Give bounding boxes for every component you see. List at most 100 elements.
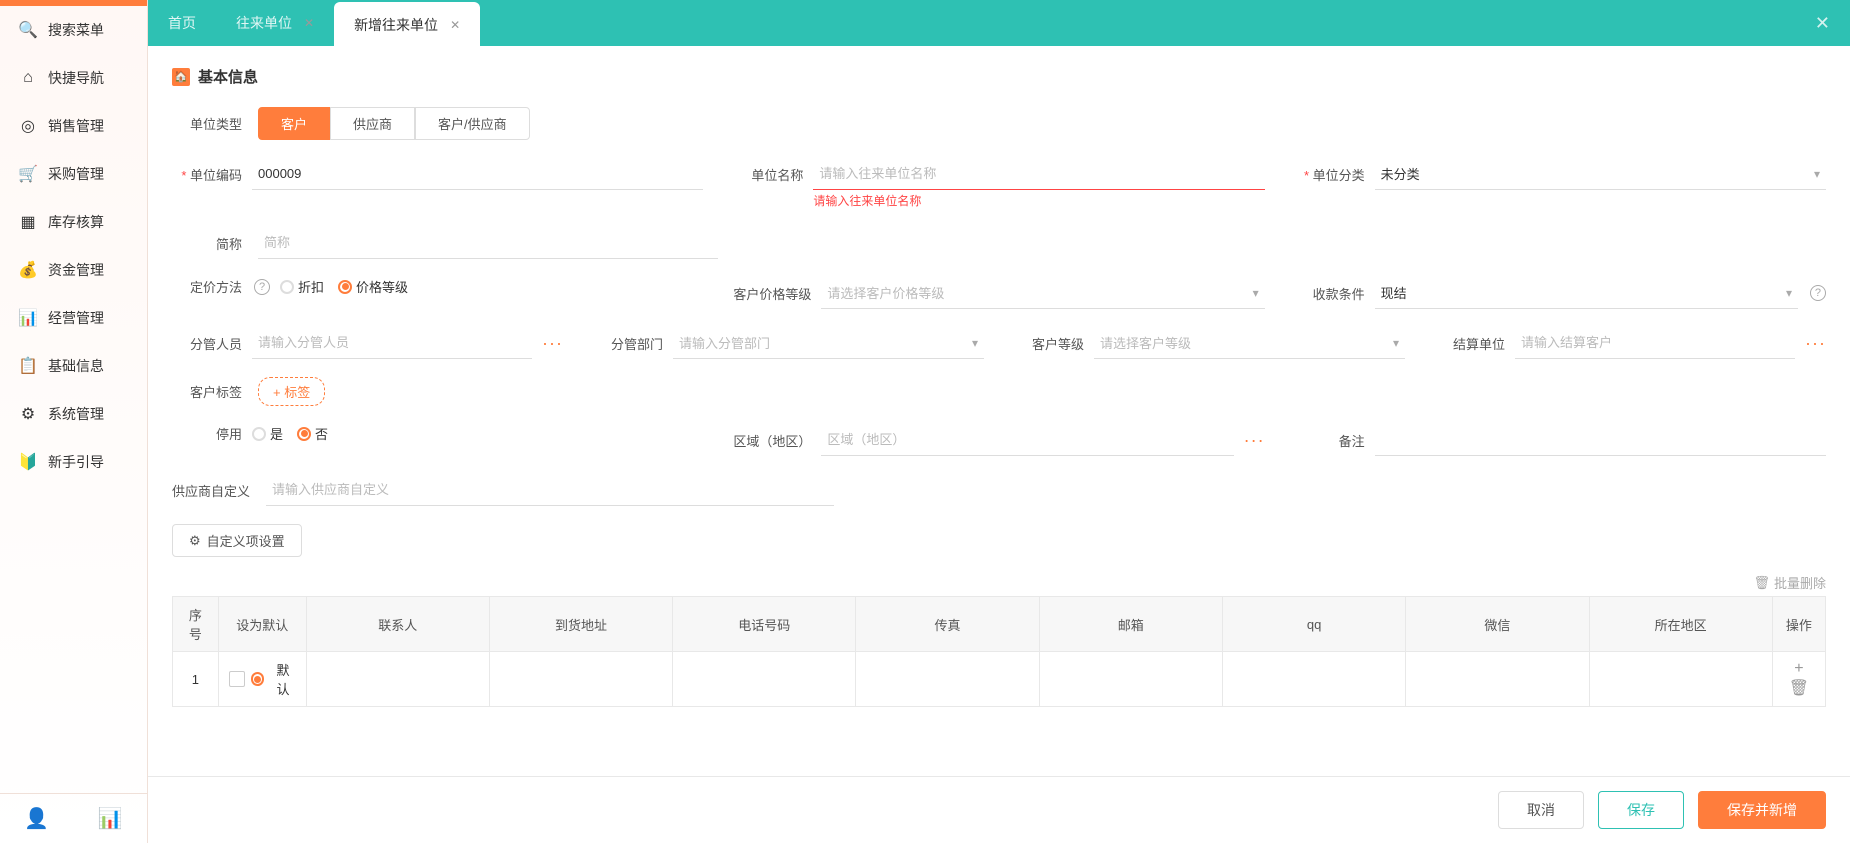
row-checkbox[interactable] bbox=[229, 671, 245, 687]
sidebar-bottom-btn-1[interactable]: 👤 bbox=[0, 794, 74, 843]
unit-category-select[interactable]: 未分类 ▾ bbox=[1375, 158, 1826, 190]
short-name-input[interactable] bbox=[258, 227, 718, 259]
col-actions: 操作 bbox=[1772, 597, 1825, 652]
add-tag-button[interactable]: + 标签 bbox=[258, 377, 325, 406]
address-input[interactable] bbox=[500, 672, 662, 687]
col-fax: 传真 bbox=[856, 597, 1039, 652]
row-delete-button[interactable]: 🗑 bbox=[1789, 678, 1809, 698]
sidebar-item-inventory[interactable]: ▦ 库存核算 bbox=[0, 198, 147, 246]
manager-input[interactable] bbox=[252, 327, 532, 359]
payment-help-icon[interactable]: ? bbox=[1810, 285, 1826, 301]
contact-input[interactable] bbox=[317, 672, 479, 687]
customer-level-label: 客户等级 bbox=[1014, 334, 1084, 353]
unit-code-label: 单位编码 bbox=[172, 165, 242, 184]
pricing-discount[interactable]: 折扣 bbox=[280, 277, 324, 296]
price-level-select[interactable]: 请选择客户价格等级 ▾ bbox=[821, 277, 1264, 309]
supplier-custom-label: 供应商自定义 bbox=[172, 481, 250, 500]
sidebar-item-label: 经营管理 bbox=[48, 308, 104, 328]
tab-units[interactable]: 往来单位 ✕ bbox=[216, 0, 334, 46]
save-add-button[interactable]: 保存并新增 bbox=[1698, 791, 1826, 829]
customer-tag-row: 客户标签 + 标签 bbox=[172, 377, 1826, 406]
sidebar-search-label: 搜索菜单 bbox=[48, 20, 104, 40]
default-radio[interactable] bbox=[251, 672, 265, 686]
tab-home[interactable]: 首页 bbox=[148, 0, 216, 46]
content-area: 🏠 基本信息 单位类型 客户 供应商 客户/供应商 单位编码 单位名称 bbox=[148, 46, 1850, 776]
unit-type-customer[interactable]: 客户 bbox=[258, 107, 330, 140]
cell-email[interactable] bbox=[1039, 652, 1222, 707]
row-add-button[interactable]: + bbox=[1794, 660, 1803, 678]
remark-input[interactable] bbox=[1375, 424, 1826, 456]
save-button[interactable]: 保存 bbox=[1598, 791, 1684, 829]
disabled-no-radio[interactable] bbox=[297, 427, 311, 441]
sidebar: 🔍 搜索菜单 ⌂ 快捷导航 ◎ 销售管理 🛒 采购管理 ▦ 库存核算 💰 资金管… bbox=[0, 0, 148, 843]
unit-type-both[interactable]: 客户/供应商 bbox=[415, 107, 530, 140]
cell-region[interactable] bbox=[1589, 652, 1772, 707]
cell-address[interactable] bbox=[489, 652, 672, 707]
tab-units-close[interactable]: ✕ bbox=[304, 16, 314, 30]
sidebar-item-system[interactable]: ⚙ 系统管理 bbox=[0, 390, 147, 438]
col-region: 所在地区 bbox=[1589, 597, 1772, 652]
sidebar-item-purchase[interactable]: 🛒 采购管理 bbox=[0, 150, 147, 198]
cell-phone[interactable] bbox=[673, 652, 856, 707]
sidebar-search[interactable]: 🔍 搜索菜单 bbox=[0, 6, 147, 54]
tab-units-label: 往来单位 bbox=[236, 13, 292, 33]
cell-qq[interactable] bbox=[1222, 652, 1405, 707]
col-qq: qq bbox=[1222, 597, 1405, 652]
email-input[interactable] bbox=[1050, 672, 1212, 687]
department-placeholder: 请输入分管部门 bbox=[679, 333, 968, 352]
department-select[interactable]: 请输入分管部门 ▾ bbox=[673, 327, 984, 359]
batch-delete-label[interactable]: 批量删除 bbox=[1774, 573, 1826, 592]
settlement-more-btn[interactable]: ··· bbox=[1805, 333, 1826, 354]
sidebar-item-guide[interactable]: 🔰 新手引导 bbox=[0, 438, 147, 486]
sidebar-item-operation[interactable]: 📊 经营管理 bbox=[0, 294, 147, 342]
sidebar-item-sales[interactable]: ◎ 销售管理 bbox=[0, 102, 147, 150]
sidebar-item-quick-nav[interactable]: ⌂ 快捷导航 bbox=[0, 54, 147, 102]
col-seq: 序号 bbox=[173, 597, 219, 652]
unit-type-supplier[interactable]: 供应商 bbox=[330, 107, 415, 140]
region-more-btn[interactable]: ··· bbox=[1244, 430, 1265, 451]
price-level-radio[interactable] bbox=[338, 280, 352, 294]
settlement-input[interactable] bbox=[1515, 327, 1795, 359]
custom-settings-button[interactable]: ⚙ 自定义项设置 bbox=[172, 524, 302, 557]
tab-new-unit-close[interactable]: ✕ bbox=[450, 18, 460, 32]
customer-level-select[interactable]: 请选择客户等级 ▾ bbox=[1094, 327, 1405, 359]
sidebar-bottom-btn-2[interactable]: 📊 bbox=[74, 794, 148, 843]
region-input[interactable] bbox=[821, 424, 1233, 456]
col-phone: 电话号码 bbox=[673, 597, 856, 652]
pricing-help-icon[interactable]: ? bbox=[254, 279, 270, 295]
qq-input[interactable] bbox=[1233, 672, 1395, 687]
cell-fax[interactable] bbox=[856, 652, 1039, 707]
footer: 取消 保存 保存并新增 bbox=[148, 776, 1850, 843]
phone-input[interactable] bbox=[683, 672, 845, 687]
cell-wechat[interactable] bbox=[1406, 652, 1589, 707]
customer-level-placeholder: 请选择客户等级 bbox=[1100, 333, 1389, 352]
supplier-custom-input[interactable] bbox=[266, 474, 834, 506]
fax-input[interactable] bbox=[866, 672, 1028, 687]
col-default: 设为默认 bbox=[218, 597, 306, 652]
discount-radio[interactable] bbox=[280, 280, 294, 294]
form-row-1: 单位编码 单位名称 请输入往来单位名称 单位分类 未分类 ▾ bbox=[172, 158, 1826, 209]
table-region-input[interactable] bbox=[1600, 672, 1762, 687]
wechat-input[interactable] bbox=[1416, 672, 1578, 687]
tab-bar-close-all[interactable]: ✕ bbox=[1795, 13, 1850, 34]
pricing-level[interactable]: 价格等级 bbox=[338, 277, 408, 296]
disabled-label: 停用 bbox=[172, 424, 242, 443]
field-customer-level: 客户等级 请选择客户等级 ▾ bbox=[1014, 327, 1405, 359]
manager-more-btn[interactable]: ··· bbox=[542, 333, 563, 354]
disabled-yes-radio[interactable] bbox=[252, 427, 266, 441]
trash-icon: 🗑 bbox=[1753, 575, 1770, 591]
default-label: 默认 bbox=[270, 660, 295, 698]
disabled-yes[interactable]: 是 bbox=[252, 424, 283, 443]
cell-seq: 1 bbox=[173, 652, 219, 707]
payment-terms-select[interactable]: 现结 ▾ bbox=[1375, 277, 1798, 309]
disabled-no[interactable]: 否 bbox=[297, 424, 328, 443]
cell-contact[interactable] bbox=[306, 652, 489, 707]
cancel-button[interactable]: 取消 bbox=[1498, 791, 1584, 829]
unit-name-input[interactable] bbox=[813, 158, 1264, 190]
tab-new-unit[interactable]: 新增往来单位 ✕ bbox=[334, 2, 480, 48]
col-contact: 联系人 bbox=[306, 597, 489, 652]
unit-code-input[interactable] bbox=[252, 158, 703, 190]
price-level-label: 客户价格等级 bbox=[733, 284, 811, 303]
sidebar-item-basic[interactable]: 📋 基础信息 bbox=[0, 342, 147, 390]
sidebar-item-finance[interactable]: 💰 资金管理 bbox=[0, 246, 147, 294]
